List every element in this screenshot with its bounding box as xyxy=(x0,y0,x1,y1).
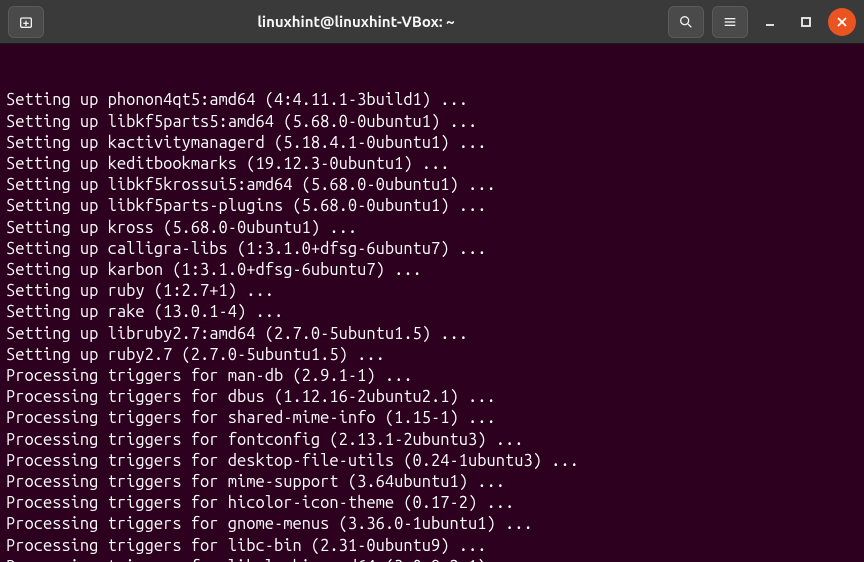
search-button[interactable] xyxy=(668,6,704,38)
minimize-icon xyxy=(764,16,776,28)
terminal-line: Setting up libkf5parts5:amd64 (5.68.0-0u… xyxy=(6,112,858,133)
hamburger-icon xyxy=(722,14,738,30)
new-tab-button[interactable] xyxy=(8,6,44,38)
titlebar-left xyxy=(8,6,44,38)
titlebar: linuxhint@linuxhint-VBox: ~ xyxy=(0,0,864,44)
terminal-line: Setting up ruby2.7 (2.7.0-5ubuntu1.5) ..… xyxy=(6,345,858,366)
terminal-line: Processing triggers for man-db (2.9.1-1)… xyxy=(6,366,858,387)
terminal-line: Processing triggers for hicolor-icon-the… xyxy=(6,493,858,514)
terminal-viewport[interactable]: Setting up phonon4qt5:amd64 (4:4.11.1-3b… xyxy=(0,44,864,562)
new-tab-icon xyxy=(18,14,34,30)
terminal-line: Setting up libruby2.7:amd64 (2.7.0-5ubun… xyxy=(6,324,858,345)
terminal-output: Setting up phonon4qt5:amd64 (4:4.11.1-3b… xyxy=(6,90,858,562)
terminal-line: Setting up keditbookmarks (19.12.3-0ubun… xyxy=(6,154,858,175)
minimize-button[interactable] xyxy=(756,8,784,36)
terminal-line: Setting up calligra-libs (1:3.1.0+dfsg-6… xyxy=(6,239,858,260)
maximize-icon xyxy=(800,16,812,28)
terminal-line: Setting up libkf5krossui5:amd64 (5.68.0-… xyxy=(6,175,858,196)
menu-button[interactable] xyxy=(712,6,748,38)
close-icon xyxy=(836,16,848,28)
window-title: linuxhint@linuxhint-VBox: ~ xyxy=(52,13,660,30)
search-icon xyxy=(678,14,694,30)
terminal-line: Setting up rake (13.0.1-4) ... xyxy=(6,302,858,323)
terminal-line: Setting up phonon4qt5:amd64 (4:4.11.1-3b… xyxy=(6,90,858,111)
terminal-line: Processing triggers for gnome-menus (3.3… xyxy=(6,514,858,535)
terminal-line: Processing triggers for dbus (1.12.16-2u… xyxy=(6,387,858,408)
terminal-line: Processing triggers for libvlc-bin:amd64… xyxy=(6,557,858,562)
terminal-line: Setting up kross (5.68.0-0ubuntu1) ... xyxy=(6,218,858,239)
terminal-line: Setting up ruby (1:2.7+1) ... xyxy=(6,281,858,302)
terminal-line: Processing triggers for mime-support (3.… xyxy=(6,472,858,493)
terminal-line: Processing triggers for fontconfig (2.13… xyxy=(6,430,858,451)
terminal-line: Processing triggers for shared-mime-info… xyxy=(6,408,858,429)
titlebar-right xyxy=(668,6,856,38)
maximize-button[interactable] xyxy=(792,8,820,36)
close-button[interactable] xyxy=(828,8,856,36)
terminal-line: Processing triggers for desktop-file-uti… xyxy=(6,451,858,472)
terminal-line: Setting up kactivitymanagerd (5.18.4.1-0… xyxy=(6,133,858,154)
terminal-line: Setting up libkf5parts-plugins (5.68.0-0… xyxy=(6,196,858,217)
terminal-line: Processing triggers for libc-bin (2.31-0… xyxy=(6,536,858,557)
terminal-line: Setting up karbon (1:3.1.0+dfsg-6ubuntu7… xyxy=(6,260,858,281)
